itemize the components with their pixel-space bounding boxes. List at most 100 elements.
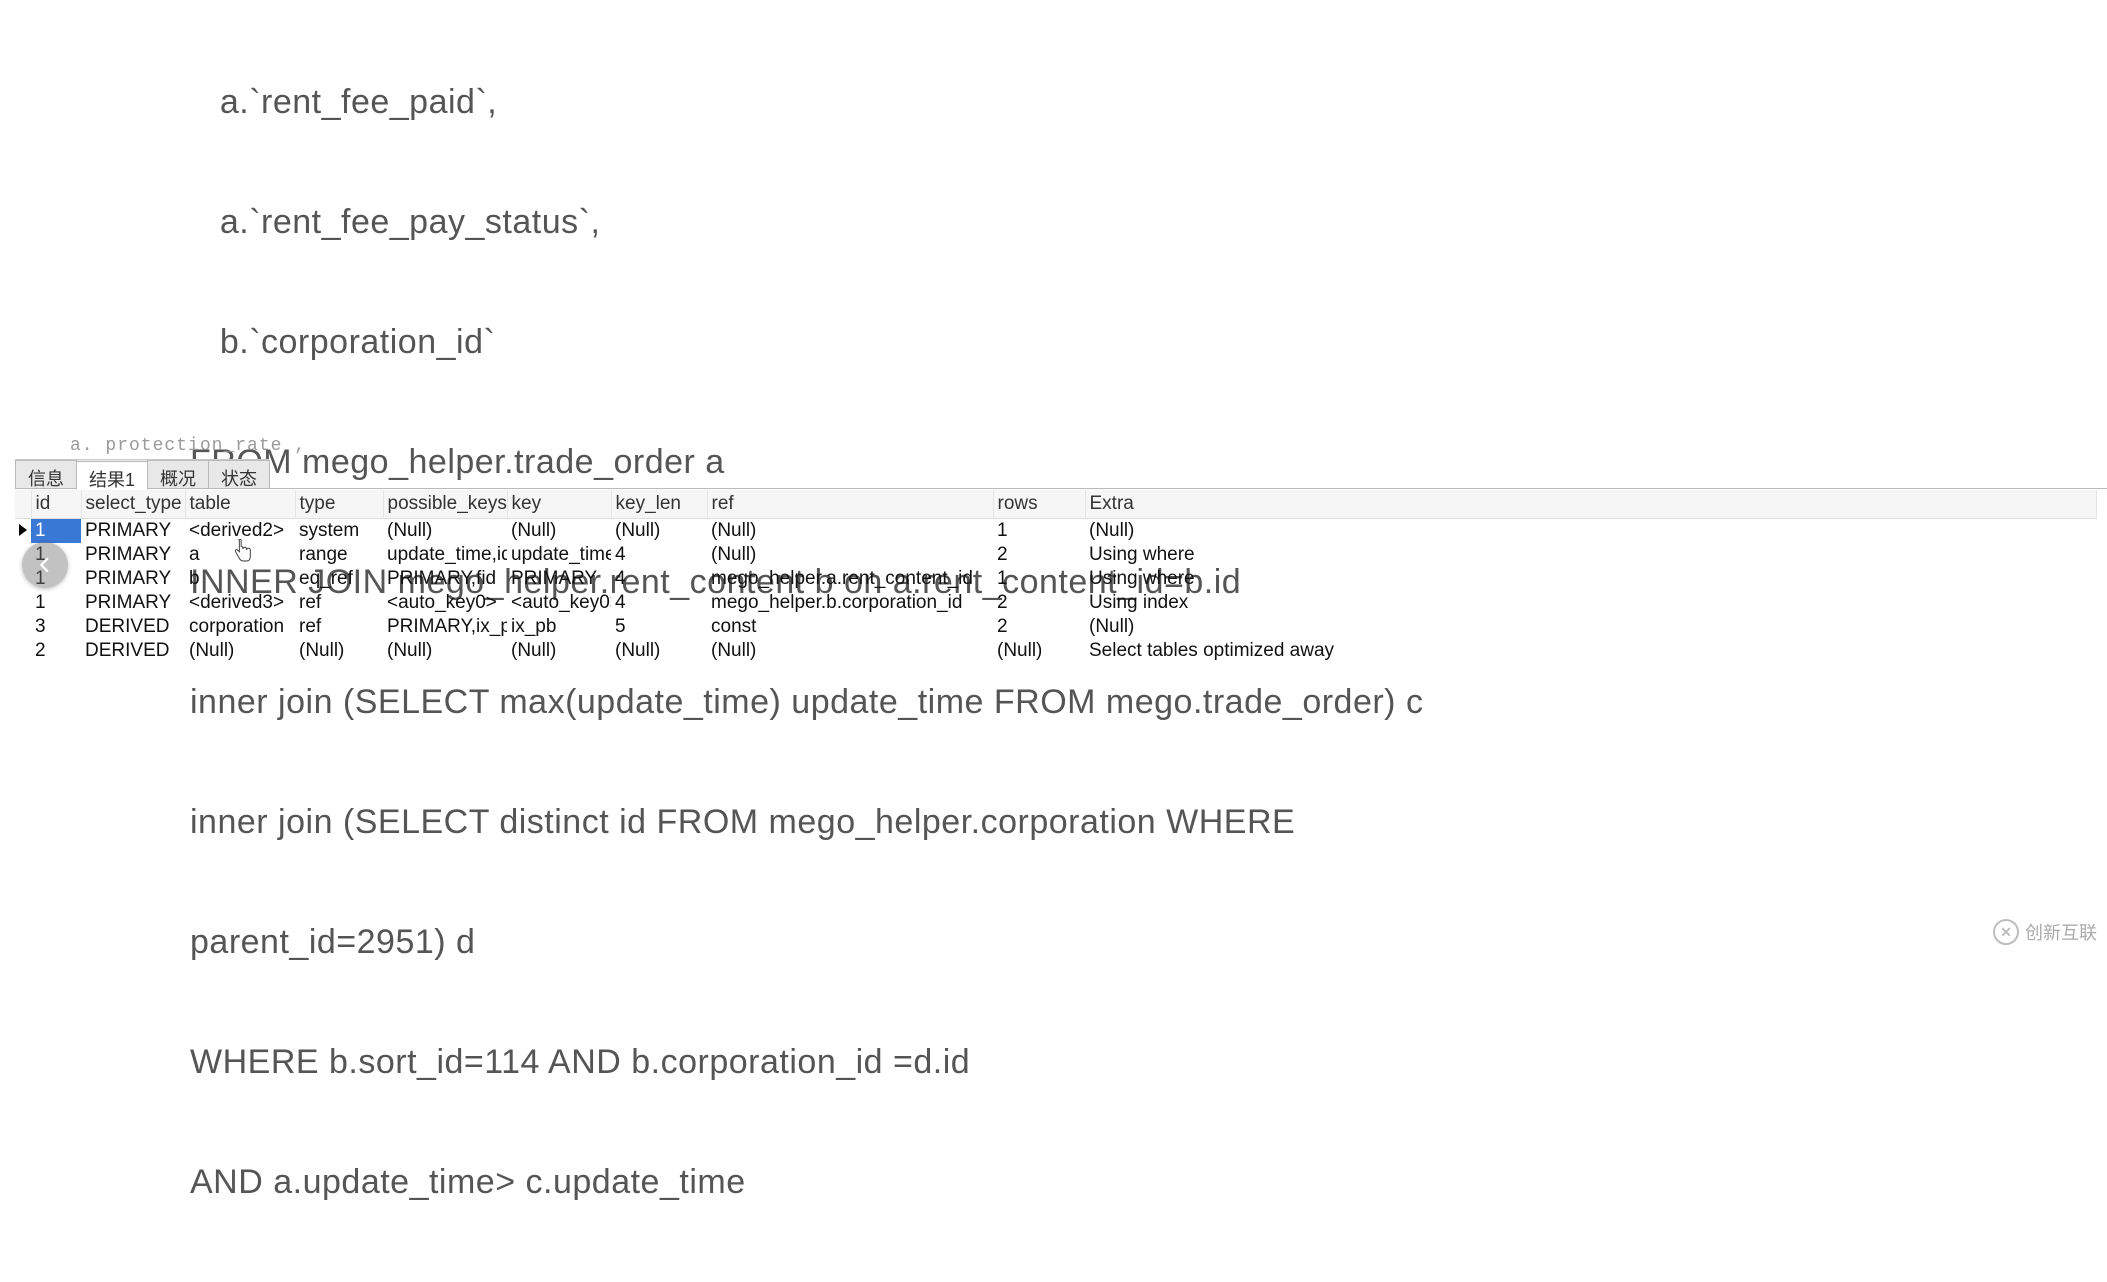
cell[interactable]: 2	[993, 615, 1085, 639]
cell[interactable]: (Null)	[707, 639, 993, 663]
explain-result-grid[interactable]: id select_type table type possible_keys …	[15, 490, 2097, 663]
cell[interactable]: system	[295, 519, 383, 544]
chevron-left-icon	[36, 556, 54, 574]
table-row[interactable]: 1PRIMARY<derived2>system(Null)(Null)(Nul…	[15, 519, 2097, 544]
col-header-table[interactable]: table	[185, 490, 295, 519]
cell[interactable]: const	[707, 615, 993, 639]
sql-line: inner join (SELECT distinct id FROM mego…	[190, 802, 1423, 842]
sql-line: WHERE b.sort_id=114 AND b.corporation_id…	[190, 1042, 1423, 1082]
cell[interactable]: update_time,idx_re	[383, 543, 507, 567]
current-row-triangle-icon	[19, 524, 27, 536]
cell[interactable]: <derived2>	[185, 519, 295, 544]
row-marker-cell	[15, 639, 31, 663]
cell[interactable]: PRIMARY	[507, 567, 611, 591]
sql-line: parent_id=2951) d	[190, 922, 1423, 962]
cell[interactable]: (Null)	[185, 639, 295, 663]
tab-info[interactable]: 信息	[15, 460, 77, 489]
cell[interactable]: (Null)	[507, 639, 611, 663]
cell[interactable]: 1	[993, 519, 1085, 544]
cell[interactable]: corporation	[185, 615, 295, 639]
cell[interactable]: DERIVED	[81, 615, 185, 639]
cell[interactable]: (Null)	[383, 639, 507, 663]
cell[interactable]: 5	[611, 615, 707, 639]
table-row[interactable]: 1PRIMARYbeq_refPRIMARY,fidPRIMARY4mego_h…	[15, 567, 2097, 591]
table-row[interactable]: 2DERIVED(Null)(Null)(Null)(Null)(Null)(N…	[15, 639, 2097, 663]
col-header-key[interactable]: key	[507, 490, 611, 519]
sql-line: a.`rent_fee_paid`,	[190, 82, 1423, 122]
cell[interactable]: Using where	[1085, 567, 2097, 591]
col-header-select_type[interactable]: select_type	[81, 490, 185, 519]
cell[interactable]: 2	[993, 591, 1085, 615]
cell[interactable]: Using where	[1085, 543, 2097, 567]
watermark-logo-icon: ✕	[1993, 919, 2019, 945]
grid-header-row: id select_type table type possible_keys …	[15, 490, 2097, 519]
cell[interactable]: (Null)	[611, 519, 707, 544]
watermark-text: 创新互联	[2025, 919, 2097, 945]
cell[interactable]: ref	[295, 615, 383, 639]
cell[interactable]: (Null)	[295, 639, 383, 663]
col-header-key_len[interactable]: key_len	[611, 490, 707, 519]
result-tabs: 信息 结果1 概况 状态	[15, 459, 269, 489]
col-header-id[interactable]: id	[31, 490, 81, 519]
cell[interactable]: PRIMARY,ix_pb,ix_c	[383, 615, 507, 639]
cell[interactable]: PRIMARY	[81, 519, 185, 544]
cell[interactable]: 4	[611, 591, 707, 615]
code-fragment-cutoff: a. protection_rate ,	[70, 436, 306, 456]
cell[interactable]: <auto_key0>	[507, 591, 611, 615]
cell[interactable]: mego_helper.a.rent_content_id	[707, 567, 993, 591]
row-marker-header	[15, 490, 31, 519]
sql-line: inner join (SELECT max(update_time) upda…	[190, 682, 1423, 722]
sql-line: a.`rent_fee_pay_status`,	[190, 202, 1423, 242]
sql-line: AND a.update_time> c.update_time	[190, 1162, 1423, 1202]
cell[interactable]: Select tables optimized away	[1085, 639, 2097, 663]
cell[interactable]: DERIVED	[81, 639, 185, 663]
cell[interactable]: <auto_key0>	[383, 591, 507, 615]
cell[interactable]: ref	[295, 591, 383, 615]
col-header-extra[interactable]: Extra	[1085, 490, 2097, 519]
cell[interactable]: (Null)	[383, 519, 507, 544]
cell[interactable]: 2	[31, 639, 81, 663]
cell[interactable]: ix_pb	[507, 615, 611, 639]
cell[interactable]: 1	[31, 519, 81, 544]
cell[interactable]: Using index	[1085, 591, 2097, 615]
cell[interactable]: 4	[611, 543, 707, 567]
sql-line: b.`corporation_id`	[190, 322, 1423, 362]
prev-page-overlay-button[interactable]	[22, 542, 68, 588]
table-row[interactable]: 3DERIVEDcorporationrefPRIMARY,ix_pb,ix_c…	[15, 615, 2097, 639]
cell[interactable]: 1	[993, 567, 1085, 591]
cell[interactable]: (Null)	[611, 639, 707, 663]
sql-line: FROM mego_helper.trade_order a	[190, 442, 1423, 482]
tab-result1[interactable]: 结果1	[76, 461, 148, 490]
cell[interactable]: a	[185, 543, 295, 567]
cell[interactable]: 1	[31, 591, 81, 615]
cell[interactable]: PRIMARY	[81, 543, 185, 567]
col-header-type[interactable]: type	[295, 490, 383, 519]
cell[interactable]: PRIMARY	[81, 591, 185, 615]
cell[interactable]: (Null)	[707, 543, 993, 567]
table-row[interactable]: 1PRIMARYarangeupdate_time,idx_reupdate_t…	[15, 543, 2097, 567]
cell[interactable]: 3	[31, 615, 81, 639]
cell[interactable]: (Null)	[707, 519, 993, 544]
cell[interactable]: PRIMARY,fid	[383, 567, 507, 591]
cell[interactable]: 2	[993, 543, 1085, 567]
cell[interactable]: <derived3>	[185, 591, 295, 615]
col-header-possible_keys[interactable]: possible_keys	[383, 490, 507, 519]
row-marker-cell	[15, 591, 31, 615]
cell[interactable]: (Null)	[1085, 615, 2097, 639]
cell[interactable]: b	[185, 567, 295, 591]
cell[interactable]: eq_ref	[295, 567, 383, 591]
watermark: ✕ 创新互联	[1993, 919, 2097, 945]
cell[interactable]: update_time	[507, 543, 611, 567]
table-row[interactable]: 1PRIMARY<derived3>ref<auto_key0><auto_ke…	[15, 591, 2097, 615]
cell[interactable]: (Null)	[1085, 519, 2097, 544]
cell[interactable]: (Null)	[507, 519, 611, 544]
tab-status[interactable]: 状态	[208, 460, 270, 489]
cell[interactable]: mego_helper.b.corporation_id	[707, 591, 993, 615]
cell[interactable]: range	[295, 543, 383, 567]
cell[interactable]: (Null)	[993, 639, 1085, 663]
col-header-rows[interactable]: rows	[993, 490, 1085, 519]
col-header-ref[interactable]: ref	[707, 490, 993, 519]
cell[interactable]: 4	[611, 567, 707, 591]
cell[interactable]: PRIMARY	[81, 567, 185, 591]
tab-profile[interactable]: 概况	[147, 460, 209, 489]
